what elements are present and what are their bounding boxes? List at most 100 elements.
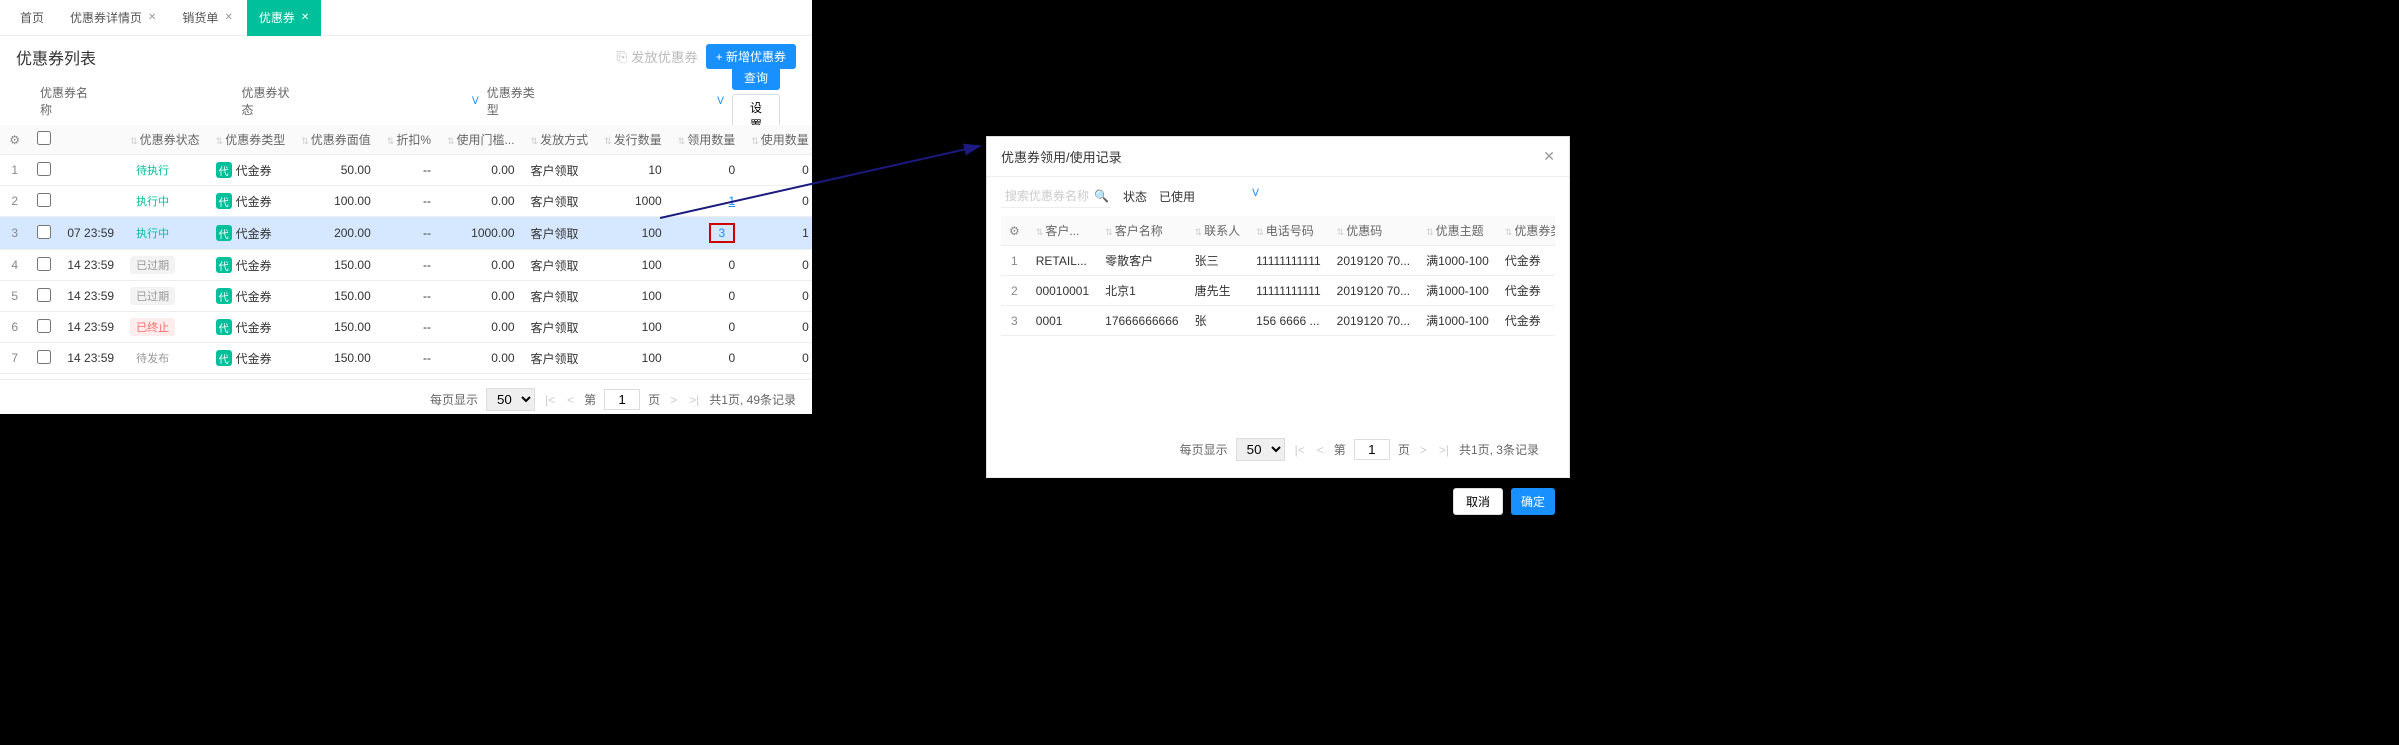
table-row[interactable]: 3 07 23:59 执行中 代代金券 200.00 -- 1000.00 客户…	[0, 217, 812, 250]
modal-status-select[interactable]: 已使用 ᐯ	[1159, 188, 1259, 205]
row-checkbox[interactable]	[37, 319, 51, 333]
phone: 11111111111	[1248, 246, 1329, 276]
col-status[interactable]: 优惠券状态	[140, 133, 200, 147]
select-all-checkbox[interactable]	[37, 131, 51, 145]
face-value: 150.00	[293, 312, 379, 343]
face-value: 200.00	[293, 217, 379, 250]
col-discount[interactable]: 折扣%	[396, 133, 431, 147]
chevron-down-icon: ᐯ	[472, 96, 479, 107]
coupon-type: 代代金券	[216, 225, 272, 242]
row-index: 1	[1001, 246, 1028, 276]
col-method[interactable]: 发放方式	[540, 133, 588, 147]
table-row[interactable]: 5 14 23:59 已过期 代代金券 150.00 -- 0.00 客户领取 …	[0, 281, 812, 312]
next-page-icon[interactable]: >	[668, 393, 679, 407]
col-contact[interactable]: 联系人	[1204, 224, 1240, 238]
table-row[interactable]: 4 14 23:59 已过期 代代金券 150.00 -- 0.00 客户领取 …	[0, 250, 812, 281]
col-threshold[interactable]: 使用门槛...	[457, 133, 515, 147]
issue-qty: 100	[596, 281, 670, 312]
status-badge: 已过期	[130, 287, 175, 305]
table-row[interactable]: 1 RETAIL... 零散客户 张三 11111111111 2019120 …	[1001, 246, 1555, 276]
row-checkbox[interactable]	[37, 193, 51, 207]
filter-status-select[interactable]	[308, 97, 464, 105]
coupon-table-wrap[interactable]: ⚙ ⇅优惠券状态 ⇅优惠券类型 ⇅优惠券面值 ⇅折扣% ⇅使用门槛... ⇅发放…	[0, 125, 812, 379]
discount: --	[379, 217, 439, 250]
coupon-type: 代代金券	[216, 350, 272, 367]
method: 客户领取	[523, 186, 597, 217]
col-cust-name[interactable]: 客户名称	[1115, 224, 1163, 238]
col-face[interactable]: 优惠券面值	[311, 133, 371, 147]
row-checkbox[interactable]	[37, 288, 51, 302]
table-row[interactable]: 7 14 23:59 待发布 代代金券 150.00 -- 0.00 客户领取 …	[0, 343, 812, 374]
row-time: 14 23:59	[59, 281, 122, 312]
col-code[interactable]: 优惠码	[1346, 224, 1382, 238]
tab[interactable]: 首页	[8, 0, 56, 36]
table-row[interactable]: 3 0001 17666666666 张 156 6666 ... 201912…	[1001, 306, 1555, 336]
next-page-icon[interactable]: >	[1418, 443, 1429, 457]
modal-page-number-input[interactable]	[1354, 439, 1390, 460]
col-issue[interactable]: 发行数量	[614, 133, 662, 147]
usage-records-table: ⚙ ⇅客户... ⇅客户名称 ⇅联系人 ⇅电话号码 ⇅优惠码 ⇅优惠主题 ⇅优惠…	[1001, 216, 1555, 336]
table-row[interactable]: 1 待执行 代代金券 50.00 -- 0.00 客户领取 10 0 0 ⇱ ▦	[0, 155, 812, 186]
gear-column[interactable]: ⚙	[0, 125, 29, 155]
search-button[interactable]: 查询	[732, 65, 780, 90]
page-size-select[interactable]: 50	[486, 388, 535, 411]
gear-column[interactable]: ⚙	[1001, 216, 1028, 246]
row-index: 7	[0, 343, 29, 374]
confirm-button[interactable]: 确定	[1511, 488, 1555, 515]
tab-label: 销货单	[182, 9, 218, 26]
col-type[interactable]: 优惠券类型	[225, 133, 285, 147]
tab[interactable]: 优惠券 ✕	[247, 0, 321, 36]
coupon-code: 2019120 70...	[1329, 306, 1418, 336]
issue-qty: 100	[596, 217, 670, 250]
search-icon[interactable]: 🔍	[1094, 189, 1109, 203]
tab[interactable]: 销货单 ✕	[170, 0, 244, 36]
main-panel: 首页优惠券详情页✕销货单✕优惠券✕ 优惠券列表 ⎘ 发放优惠券 + 新增优惠券 …	[0, 0, 812, 414]
modal-page-size-select[interactable]: 50	[1236, 438, 1285, 461]
col-use[interactable]: 使用数量	[761, 133, 809, 147]
col-cust-no[interactable]: 客户...	[1045, 224, 1079, 238]
first-page-icon[interactable]: |<	[543, 393, 557, 407]
last-page-icon[interactable]: >|	[1437, 443, 1451, 457]
filter-type-select[interactable]	[553, 97, 709, 105]
col-subject[interactable]: 优惠主题	[1436, 224, 1484, 238]
claim-count-highlighted[interactable]: 3	[709, 223, 736, 243]
first-page-icon[interactable]: |<	[1293, 443, 1307, 457]
method: 客户领取	[523, 217, 597, 250]
table-row[interactable]: 2 执行中 代代金券 100.00 -- 0.00 客户领取 1000 1 0 …	[0, 186, 812, 217]
close-icon[interactable]: ✕	[1543, 148, 1555, 165]
tab-label: 优惠券	[259, 9, 295, 26]
cancel-button[interactable]: 取消	[1453, 488, 1503, 515]
close-icon[interactable]: ✕	[301, 12, 309, 23]
phone: 11111111111	[1248, 276, 1329, 306]
filter-bar: 优惠券名称 优惠券状态 ᐯ 优惠券类型 ᐯ 查询 设置	[0, 77, 812, 125]
voucher-icon: 代	[216, 225, 232, 241]
claim-qty: 0	[670, 281, 744, 312]
close-icon[interactable]: ✕	[148, 12, 156, 23]
tab[interactable]: 优惠券详情页✕	[58, 0, 168, 36]
last-page-icon[interactable]: >|	[687, 393, 701, 407]
prev-page-icon[interactable]: <	[1315, 443, 1326, 457]
issue-coupon-button[interactable]: ⎘ 发放优惠券	[616, 47, 697, 66]
method: 客户领取	[523, 312, 597, 343]
close-icon[interactable]: ✕	[224, 12, 232, 23]
col-type[interactable]: 优惠券类	[1514, 224, 1555, 238]
row-checkbox[interactable]	[37, 350, 51, 364]
claim-count-link[interactable]: 1	[729, 194, 736, 208]
threshold: 0.00	[439, 312, 523, 343]
row-checkbox[interactable]	[37, 162, 51, 176]
page-title: 优惠券列表	[16, 45, 96, 69]
row-checkbox[interactable]	[37, 225, 51, 239]
page-number-input[interactable]	[604, 389, 640, 410]
row-checkbox[interactable]	[37, 257, 51, 271]
col-phone[interactable]: 电话号码	[1266, 224, 1314, 238]
page-total: 共1页, 49条记录	[709, 391, 796, 408]
cust-no: RETAIL...	[1028, 246, 1097, 276]
table-row[interactable]: 6 14 23:59 已终止 代代金券 150.00 -- 0.00 客户领取 …	[0, 312, 812, 343]
table-row[interactable]: 2 00010001 北京1 唐先生 11111111111 2019120 7…	[1001, 276, 1555, 306]
prev-page-icon[interactable]: <	[565, 393, 576, 407]
filter-name-input[interactable]	[103, 89, 233, 113]
cust-name: 17666666666	[1097, 306, 1186, 336]
claim-qty: 0	[670, 155, 744, 186]
threshold: 1000.00	[439, 217, 523, 250]
col-claim[interactable]: 领用数量	[687, 133, 735, 147]
